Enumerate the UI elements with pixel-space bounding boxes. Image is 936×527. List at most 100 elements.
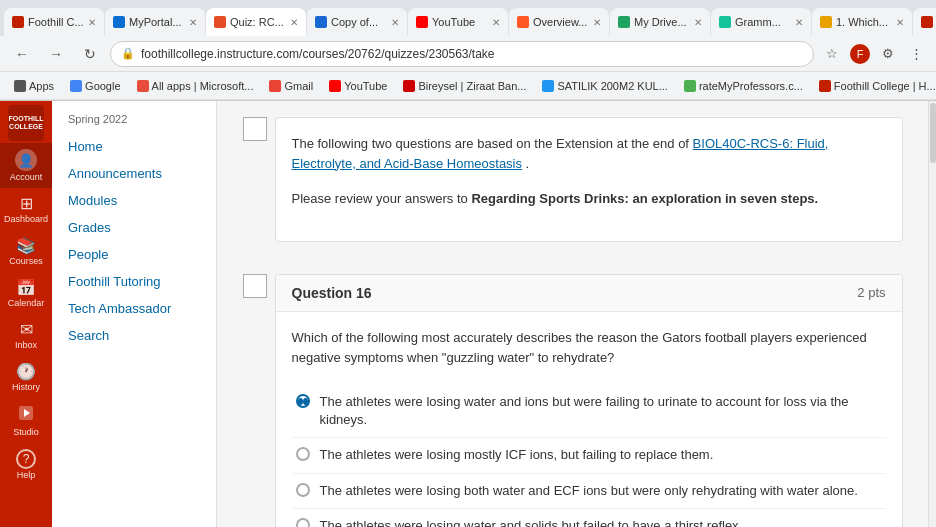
- answer-16-d[interactable]: The athletes were losing water and solid…: [292, 509, 886, 527]
- lms-nav-inbox[interactable]: ✉ Inbox: [0, 314, 52, 356]
- menu-icon[interactable]: ⋮: [904, 42, 928, 66]
- lms-nav-courses[interactable]: 📚 Courses: [0, 230, 52, 272]
- tab-quiz[interactable]: Quiz: RC... ✕: [206, 8, 306, 36]
- tab-close-drive[interactable]: ✕: [694, 17, 702, 28]
- bookmark-apps[interactable]: Apps: [8, 78, 60, 94]
- nav-bar: ← → ↻ 🔒 foothillcollege.instructure.com/…: [0, 36, 936, 72]
- tab-foothill[interactable]: Foothill C... ✕: [4, 8, 104, 36]
- inbox-icon: ✉: [20, 320, 33, 339]
- bookmark-microsoft[interactable]: All apps | Microsoft...: [131, 78, 260, 94]
- lms-logo[interactable]: FOOTHILLCOLLEGE: [8, 105, 44, 141]
- lms-sidebar: FOOTHILLCOLLEGE 👤 Account ⊞ Dashboard 📚 …: [0, 101, 52, 527]
- lms-nav-label-calendar: Calendar: [8, 298, 45, 308]
- lms-nav-label-dashboard: Dashboard: [4, 214, 48, 224]
- lms-nav-studio[interactable]: Studio: [0, 398, 52, 443]
- bookmark-youtube[interactable]: YouTube: [323, 78, 393, 94]
- bookmark-gmail[interactable]: Gmail: [263, 78, 319, 94]
- help-icon: ?: [16, 449, 36, 469]
- course-nav-people[interactable]: People: [52, 241, 216, 268]
- tab-close-myportal[interactable]: ✕: [189, 17, 197, 28]
- bookmark-satilik[interactable]: SATILIK 200M2 KUL...: [536, 78, 673, 94]
- radio-16-b[interactable]: [296, 447, 310, 461]
- tab-close-grammarly[interactable]: ✕: [795, 17, 803, 28]
- tab-course[interactable]: Course... ✕: [913, 8, 936, 36]
- course-nav-tech-ambassador[interactable]: Tech Ambassador: [52, 295, 216, 322]
- scrollbar-thumb[interactable]: [930, 103, 936, 163]
- course-nav-grades[interactable]: Grades: [52, 214, 216, 241]
- answer-text-16-a: The athletes were losing water and ions …: [320, 393, 882, 429]
- bookmark-foothill[interactable]: Foothill College | H...: [813, 78, 936, 94]
- tab-label-overview: Overview...: [533, 16, 589, 28]
- lms-logo-text: FOOTHILLCOLLEGE: [9, 115, 44, 130]
- bookmark-ratemyprofessors[interactable]: rateMyProfessors.c...: [678, 78, 809, 94]
- extensions-icon[interactable]: ⚙: [876, 42, 900, 66]
- tab-close-foothill[interactable]: ✕: [88, 17, 96, 28]
- tab-label-youtube: YouTube: [432, 16, 488, 28]
- course-nav-search[interactable]: Search: [52, 322, 216, 349]
- lms-nav-label-help: Help: [17, 470, 36, 480]
- lms-nav-label-studio: Studio: [13, 427, 39, 437]
- lms-nav-dashboard[interactable]: ⊞ Dashboard: [0, 188, 52, 230]
- forward-button[interactable]: →: [42, 40, 70, 68]
- intro-select-checkbox[interactable]: [243, 117, 267, 141]
- calendar-icon: 📅: [16, 278, 36, 297]
- tab-drive[interactable]: My Drive... ✕: [610, 8, 710, 36]
- address-text: foothillcollege.instructure.com/courses/…: [141, 47, 803, 61]
- question-16-block: Question 16 2 pts Which of the following…: [275, 274, 903, 528]
- bookmark-icon[interactable]: ☆: [820, 42, 844, 66]
- course-nav-modules[interactable]: Modules: [52, 187, 216, 214]
- tab-close-which[interactable]: ✕: [896, 17, 904, 28]
- tab-label-foothill: Foothill C...: [28, 16, 84, 28]
- answer-16-b[interactable]: The athletes were losing mostly ICF ions…: [292, 438, 886, 473]
- tab-grammarly[interactable]: Gramm... ✕: [711, 8, 811, 36]
- browser-chrome: Foothill C... ✕ MyPortal... ✕ Quiz: RC..…: [0, 0, 936, 101]
- lms-nav-calendar[interactable]: 📅 Calendar: [0, 272, 52, 314]
- question-16-text: Which of the following most accurately d…: [292, 328, 886, 370]
- content-area[interactable]: The following two questions are based on…: [217, 101, 928, 527]
- tab-close-youtube[interactable]: ✕: [492, 17, 500, 28]
- dashboard-icon: ⊞: [20, 194, 33, 213]
- answer-16-c[interactable]: The athletes were losing both water and …: [292, 474, 886, 509]
- q16-select-checkbox[interactable]: [243, 274, 267, 298]
- tab-label-drive: My Drive...: [634, 16, 690, 28]
- course-nav-home[interactable]: Home: [52, 133, 216, 160]
- lms-nav-account[interactable]: 👤 Account: [0, 143, 52, 188]
- bookmark-ziraat[interactable]: Bireysel | Ziraat Ban...: [397, 78, 532, 94]
- tab-close-quiz[interactable]: ✕: [290, 17, 298, 28]
- scrollbar-track[interactable]: [928, 101, 936, 527]
- radio-16-d[interactable]: [296, 518, 310, 527]
- tab-close-overview[interactable]: ✕: [593, 17, 601, 28]
- course-nav-announcements[interactable]: Announcements: [52, 160, 216, 187]
- satilik-bookmark-icon: [542, 80, 554, 92]
- tab-which[interactable]: 1. Which... ✕: [812, 8, 912, 36]
- nav-right-controls: ☆ F ⚙ ⋮: [820, 42, 928, 66]
- profile-icon[interactable]: F: [848, 42, 872, 66]
- lms-nav-help[interactable]: ? Help: [0, 443, 52, 486]
- tab-youtube[interactable]: YouTube ✕: [408, 8, 508, 36]
- tab-favicon-grammarly: [719, 16, 731, 28]
- answer-16-a[interactable]: The athletes were losing water and ions …: [292, 385, 886, 438]
- tab-overview[interactable]: Overview... ✕: [509, 8, 609, 36]
- tab-favicon-drive: [618, 16, 630, 28]
- intro-paragraph-1: The following two questions are based on…: [292, 134, 886, 173]
- lms-nav-label-courses: Courses: [9, 256, 43, 266]
- rmp-bookmark-icon: [684, 80, 696, 92]
- foothill-bookmark-icon: [819, 80, 831, 92]
- reload-button[interactable]: ↻: [76, 40, 104, 68]
- address-bar[interactable]: 🔒 foothillcollege.instructure.com/course…: [110, 41, 814, 67]
- question-16-header: Question 16 2 pts: [276, 275, 902, 312]
- tab-copy[interactable]: Copy of... ✕: [307, 8, 407, 36]
- radio-16-c[interactable]: [296, 483, 310, 497]
- radio-16-a[interactable]: [296, 394, 310, 408]
- course-nav-foothill-tutoring[interactable]: Foothill Tutoring: [52, 268, 216, 295]
- google-bookmark-icon: [70, 80, 82, 92]
- answer-text-16-d: The athletes were losing water and solid…: [320, 517, 743, 527]
- tab-myportal[interactable]: MyPortal... ✕: [105, 8, 205, 36]
- lms-nav-history[interactable]: 🕐 History: [0, 356, 52, 398]
- courses-icon: 📚: [16, 236, 36, 255]
- tab-favicon-which: [820, 16, 832, 28]
- bookmark-google[interactable]: Google: [64, 78, 126, 94]
- back-button[interactable]: ←: [8, 40, 36, 68]
- tab-close-copy[interactable]: ✕: [391, 17, 399, 28]
- tab-favicon-quiz: [214, 16, 226, 28]
